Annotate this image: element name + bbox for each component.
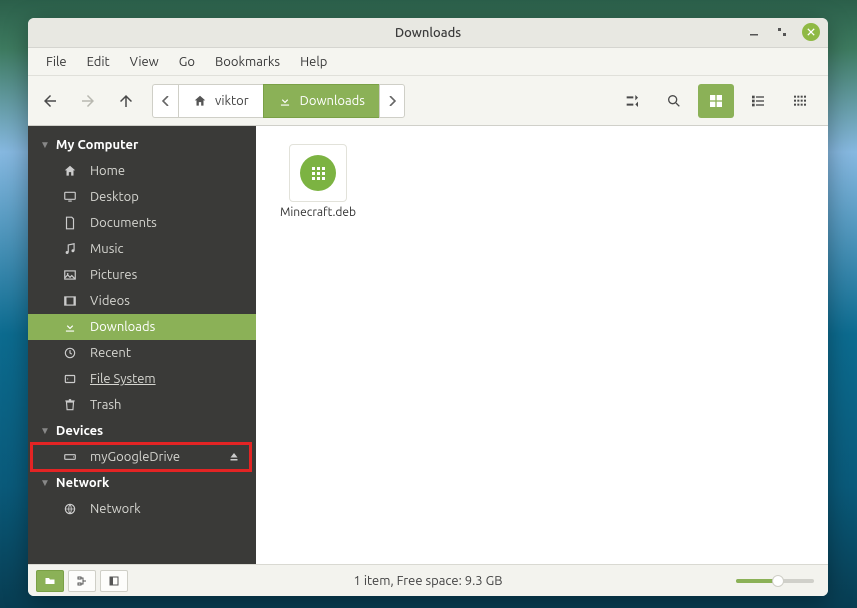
show-treeview-button[interactable] [68, 570, 96, 592]
back-button[interactable] [38, 89, 62, 113]
breadcrumb-prev-button[interactable] [152, 84, 178, 118]
up-button[interactable] [114, 89, 138, 113]
sidebar: ▼ My Computer Home Desktop Documents Mus… [28, 126, 256, 564]
menu-go[interactable]: Go [171, 51, 203, 73]
sidebar-item-label: Music [90, 242, 124, 256]
sidebar-section-network[interactable]: ▼ Network [28, 470, 256, 496]
clock-icon [62, 346, 78, 360]
sidebar-item-label: myGoogleDrive [90, 450, 180, 464]
status-text: 1 item, Free space: 9.3 GB [354, 574, 503, 588]
sidebar-item-desktop[interactable]: Desktop [28, 184, 256, 210]
menu-bookmarks[interactable]: Bookmarks [207, 51, 288, 73]
sidebar-item-label: Trash [90, 398, 121, 412]
show-places-button[interactable] [36, 570, 64, 592]
sidebar-item-label: Documents [90, 216, 157, 230]
sidebar-section-network-label: Network [56, 476, 109, 490]
sidebar-item-documents[interactable]: Documents [28, 210, 256, 236]
sidebar-item-label: Desktop [90, 190, 139, 204]
picture-icon [62, 268, 78, 282]
sidebar-item-home[interactable]: Home [28, 158, 256, 184]
sidebar-item-music[interactable]: Music [28, 236, 256, 262]
download-icon [62, 320, 78, 334]
file-item[interactable]: Minecraft.deb [270, 140, 366, 224]
home-icon [62, 164, 78, 178]
chevron-down-icon: ▼ [40, 477, 50, 489]
filesystem-icon [62, 372, 78, 386]
breadcrumb: viktor Downloads [152, 84, 405, 118]
sidebar-item-label: Downloads [90, 320, 155, 334]
close-sidebar-button[interactable] [100, 570, 128, 592]
icon-view-button[interactable] [698, 84, 734, 118]
file-view[interactable]: Minecraft.deb [256, 126, 828, 564]
list-view-button[interactable] [740, 84, 776, 118]
monitor-icon [62, 190, 78, 204]
toolbar: viktor Downloads [28, 76, 828, 126]
file-manager-window: Downloads File Edit View Go Bookmarks He… [28, 18, 828, 596]
home-icon [193, 94, 207, 108]
breadcrumb-next-button[interactable] [379, 84, 405, 118]
sidebar-item-trash[interactable]: Trash [28, 392, 256, 418]
maximize-button[interactable] [774, 24, 790, 40]
file-label: Minecraft.deb [280, 206, 356, 220]
window-title: Downloads [395, 26, 461, 40]
download-icon [278, 94, 292, 108]
sidebar-item-videos[interactable]: Videos [28, 288, 256, 314]
music-icon [62, 242, 78, 256]
search-button[interactable] [656, 84, 692, 118]
close-button[interactable] [802, 23, 820, 41]
breadcrumb-user-label: viktor [215, 94, 249, 108]
sidebar-item-label: Recent [90, 346, 131, 360]
deb-package-icon [289, 144, 347, 202]
sidebar-section-computer[interactable]: ▼ My Computer [28, 132, 256, 158]
chevron-down-icon: ▼ [40, 139, 50, 151]
video-icon [62, 294, 78, 308]
menu-edit[interactable]: Edit [79, 51, 118, 73]
sidebar-section-devices-label: Devices [56, 424, 103, 438]
breadcrumb-home[interactable]: viktor [178, 84, 263, 118]
menu-view[interactable]: View [122, 51, 167, 73]
sidebar-item-label: Pictures [90, 268, 137, 282]
forward-button[interactable] [76, 89, 100, 113]
sidebar-item-label: Network [90, 502, 141, 516]
menu-help[interactable]: Help [292, 51, 335, 73]
sidebar-item-gdrive[interactable]: myGoogleDrive [28, 444, 256, 470]
sidebar-item-label: Videos [90, 294, 130, 308]
sidebar-item-label: File System [90, 372, 156, 386]
sidebar-section-devices[interactable]: ▼ Devices [28, 418, 256, 444]
menu-file[interactable]: File [38, 51, 75, 73]
document-icon [62, 216, 78, 230]
toggle-location-button[interactable] [614, 84, 650, 118]
zoom-slider[interactable] [730, 579, 820, 583]
menubar: File Edit View Go Bookmarks Help [28, 48, 828, 76]
network-icon [62, 502, 78, 516]
sidebar-item-network[interactable]: Network [28, 496, 256, 522]
breadcrumb-current[interactable]: Downloads [263, 84, 379, 118]
trash-icon [62, 398, 78, 412]
sidebar-item-recent[interactable]: Recent [28, 340, 256, 366]
breadcrumb-current-label: Downloads [300, 94, 365, 108]
sidebar-item-filesystem[interactable]: File System [28, 366, 256, 392]
eject-button[interactable] [228, 451, 240, 463]
statusbar: 1 item, Free space: 9.3 GB [28, 564, 828, 596]
titlebar[interactable]: Downloads [28, 18, 828, 48]
sidebar-item-label: Home [90, 164, 125, 178]
drive-icon [62, 450, 78, 464]
window-controls [746, 23, 820, 41]
sidebar-item-pictures[interactable]: Pictures [28, 262, 256, 288]
minimize-button[interactable] [746, 24, 762, 40]
compact-view-button[interactable] [782, 84, 818, 118]
sidebar-section-computer-label: My Computer [56, 138, 138, 152]
chevron-down-icon: ▼ [40, 425, 50, 437]
sidebar-item-downloads[interactable]: Downloads [28, 314, 256, 340]
